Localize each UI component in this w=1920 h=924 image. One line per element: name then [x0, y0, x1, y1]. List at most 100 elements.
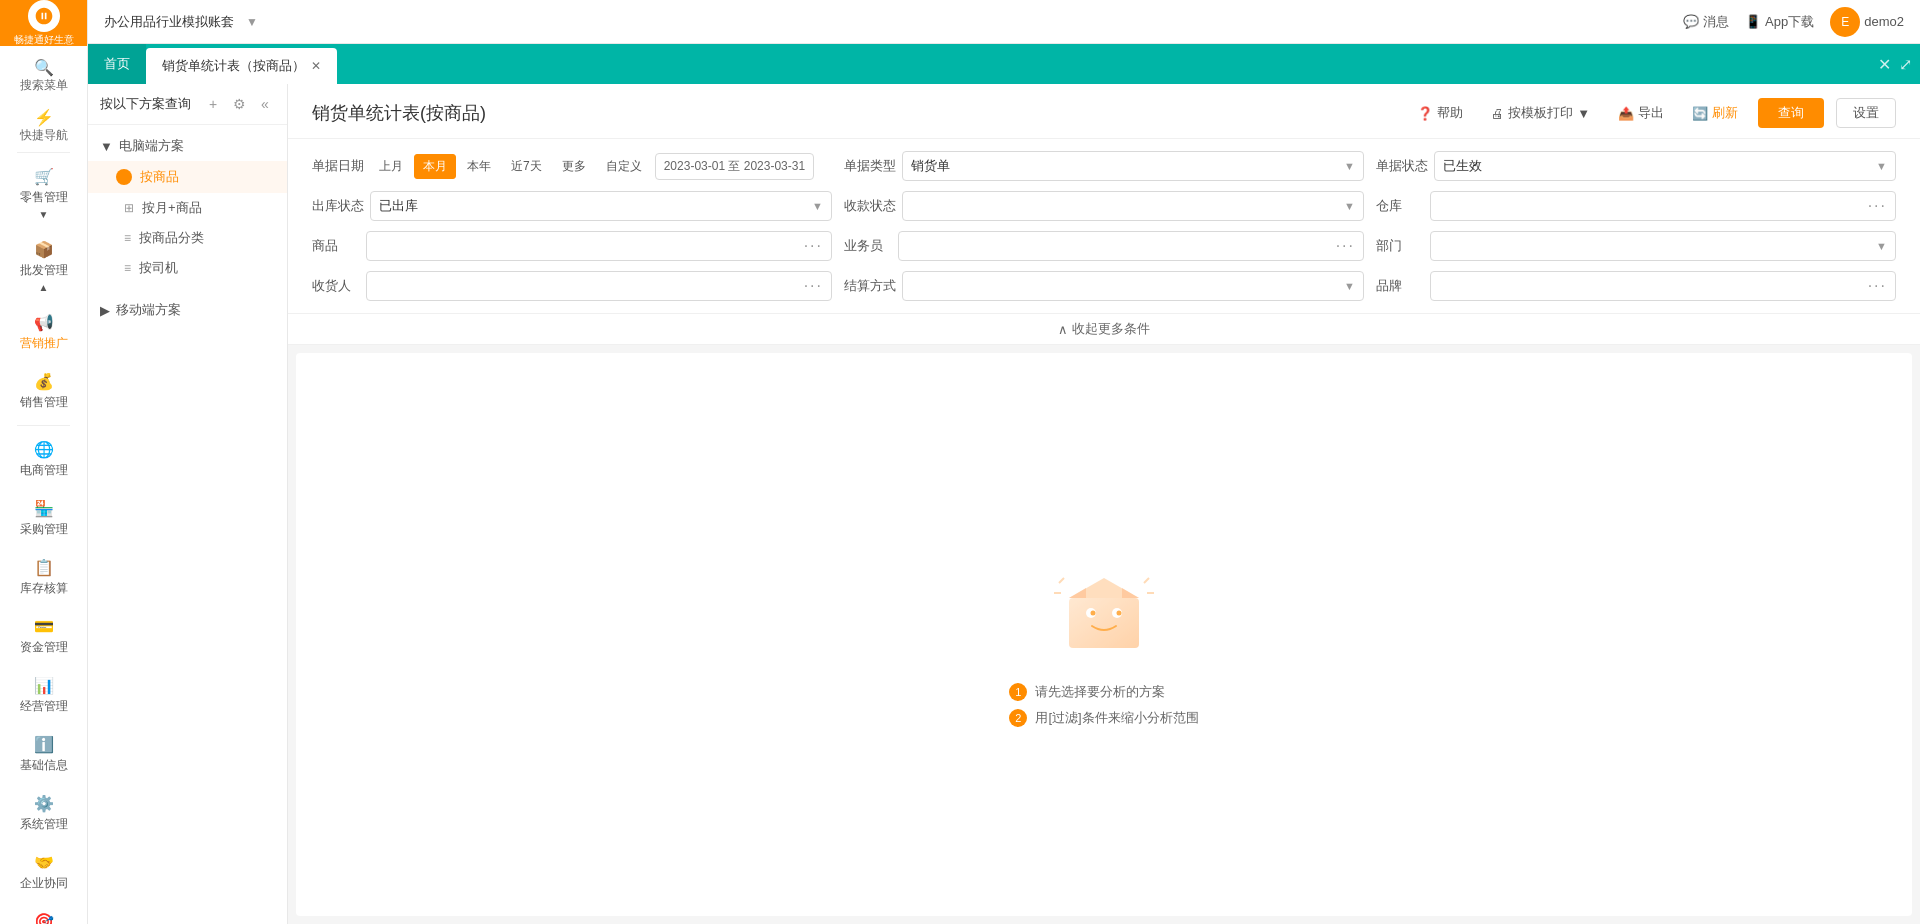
enterprise-icon: 🤝	[34, 853, 54, 872]
tab-home[interactable]: 首页	[88, 44, 146, 84]
date-tab-thisyear[interactable]: 本年	[458, 154, 500, 179]
export-btn[interactable]: 📤 导出	[1610, 100, 1672, 126]
collapse-bar[interactable]: ∧ 收起更多条件	[288, 314, 1920, 345]
sidebar-item-newbie[interactable]: 🎯 新手引导	[0, 902, 87, 924]
tip-num-1: 1	[1009, 683, 1027, 701]
sidebar-item-inventory[interactable]: 📋 库存核算	[0, 548, 87, 607]
scheme-item-by-month-product[interactable]: ⊞ 按月+商品	[88, 193, 287, 223]
basic-label: 基础信息	[20, 757, 68, 774]
print-dropdown-icon: ▼	[1577, 106, 1590, 121]
sub-icon-cashier: ≡	[124, 261, 131, 275]
sidebar-item-marketing[interactable]: 📢 营销推广	[0, 303, 87, 362]
operations-icon: 📊	[34, 676, 54, 695]
expand-icon[interactable]: ⤢	[1899, 55, 1912, 74]
sidebar-item-ecommerce[interactable]: 🌐 电商管理	[0, 430, 87, 489]
group-pc-label: 电脑端方案	[119, 137, 184, 155]
sidebar-item-operations[interactable]: 📊 经营管理	[0, 666, 87, 725]
product-label: 商品	[312, 237, 360, 255]
left-panel: 按以下方案查询 + ⚙ « ▼ 电脑端方案 按商品 ⊞ 按月+商品	[88, 84, 288, 924]
collapse-panel-btn[interactable]: «	[255, 94, 275, 114]
minimize-icon[interactable]: ✕	[1878, 55, 1891, 74]
brand-control[interactable]: ···	[1430, 271, 1896, 301]
refresh-btn[interactable]: 🔄 刷新	[1684, 100, 1746, 126]
recipient-control[interactable]: ···	[366, 271, 832, 301]
topbar-right: 💬 消息 📱 App下载 E demo2	[1683, 7, 1904, 37]
warehouse-control[interactable]: ···	[1430, 191, 1896, 221]
doc-type-control[interactable]: 销货单 ▼	[902, 151, 1364, 181]
tab-report[interactable]: 销货单统计表（按商品） ✕	[146, 48, 337, 84]
search-menu[interactable]: 🔍 搜索菜单	[0, 46, 87, 102]
app-logo[interactable]: 畅捷通好生意	[0, 0, 88, 46]
date-tab-more[interactable]: 更多	[553, 154, 595, 179]
date-range[interactable]: 2023-03-01 至 2023-03-31	[655, 153, 814, 180]
date-tab-lastmonth[interactable]: 上月	[370, 154, 412, 179]
settings-scheme-btn[interactable]: ⚙	[229, 94, 249, 114]
date-tab-thismonth[interactable]: 本月	[414, 154, 456, 179]
doc-status-control[interactable]: 已生效 ▼	[1434, 151, 1896, 181]
sidebar-item-system[interactable]: ⚙️ 系统管理	[0, 784, 87, 843]
filter-date: 单据日期 上月 本月 本年 近7天 更多 自定义 2023-03-01 至 20…	[312, 153, 832, 180]
export-icon: 📤	[1618, 106, 1634, 121]
wholesale-icon: 📦	[34, 240, 54, 259]
sales-icon: 💰	[34, 372, 54, 391]
sidebar-item-wholesale[interactable]: 📦 批发管理 ▲	[0, 230, 87, 303]
sidebar-item-purchase[interactable]: 🏪 采购管理	[0, 489, 87, 548]
svg-point-6	[1091, 610, 1096, 615]
add-scheme-btn[interactable]: +	[203, 94, 223, 114]
date-tabs: 上月 本月 本年 近7天 更多 自定义	[370, 154, 651, 179]
payment-label: 收款状态	[844, 197, 896, 215]
warehouse-dots: ···	[1868, 197, 1887, 215]
user-menu[interactable]: E demo2	[1830, 7, 1904, 37]
query-btn[interactable]: 查询	[1758, 98, 1824, 128]
payment-control[interactable]: ▼	[902, 191, 1364, 221]
salesperson-control[interactable]: ···	[898, 231, 1364, 261]
svg-rect-0	[1069, 598, 1139, 648]
svg-point-7	[1117, 610, 1122, 615]
collapse-label: 收起更多条件	[1072, 320, 1150, 338]
industry-dropdown[interactable]: ▼	[246, 15, 258, 29]
scheme-group-pc-header[interactable]: ▼ 电脑端方案	[88, 131, 287, 161]
out-status-arrow: ▼	[812, 200, 823, 212]
help-btn[interactable]: ❓ 帮助	[1409, 100, 1471, 126]
app-name: 畅捷通好生意	[14, 34, 74, 46]
logo-icon	[28, 0, 60, 32]
scheme-group-mobile-header[interactable]: ▶ 移动端方案	[88, 295, 287, 325]
sub-icon-grid: ⊞	[124, 201, 134, 215]
page-title-bar: 销货单统计表(按商品) ❓ 帮助 🖨 按模板打印 ▼ 📤 导出	[288, 84, 1920, 139]
empty-area: 1 请先选择要分析的方案 2 用[过滤]条件来缩小分析范围	[296, 353, 1912, 916]
download-icon: 📱	[1745, 14, 1761, 29]
sidebar-item-finance[interactable]: 💳 资金管理	[0, 607, 87, 666]
basic-icon: ℹ️	[34, 735, 54, 754]
print-btn[interactable]: 🖨 按模板打印 ▼	[1483, 100, 1598, 126]
inventory-label: 库存核算	[20, 580, 68, 597]
date-tab-7days[interactable]: 近7天	[502, 154, 551, 179]
product-dots: ···	[804, 237, 823, 255]
quick-nav[interactable]: ⚡ 快捷导航	[0, 102, 87, 148]
out-status-control[interactable]: 已出库 ▼	[370, 191, 832, 221]
salesperson-label: 业务员	[844, 237, 892, 255]
sidebar-item-basic[interactable]: ℹ️ 基础信息	[0, 725, 87, 784]
marketing-icon: 📢	[34, 313, 54, 332]
setting-btn[interactable]: 设置	[1836, 98, 1896, 128]
app-download-btn[interactable]: 📱 App下载	[1745, 13, 1814, 31]
scheme-item-by-category[interactable]: ≡ 按商品分类	[88, 223, 287, 253]
sidebar-item-enterprise[interactable]: 🤝 企业协同	[0, 843, 87, 902]
sidebar-item-sales[interactable]: 💰 销售管理	[0, 362, 87, 421]
department-control[interactable]: ▼	[1430, 231, 1896, 261]
scheme-item-by-cashier[interactable]: ≡ 按司机	[88, 253, 287, 283]
svg-line-10	[1144, 578, 1149, 583]
topbar: 办公用品行业模拟账套 ▼ 💬 消息 📱 App下载 E demo2	[88, 0, 1920, 44]
filter-department: 部门 ▼	[1376, 231, 1896, 261]
salesperson-dots: ···	[1336, 237, 1355, 255]
settlement-control[interactable]: ▼	[902, 271, 1364, 301]
close-tab-icon[interactable]: ✕	[311, 59, 321, 73]
sidebar-item-retail[interactable]: 🛒 零售管理 ▼	[0, 157, 87, 230]
date-tab-custom[interactable]: 自定义	[597, 154, 651, 179]
brand-dots: ···	[1868, 277, 1887, 295]
scheme-item-by-product[interactable]: 按商品	[88, 161, 287, 193]
message-btn[interactable]: 💬 消息	[1683, 13, 1729, 31]
product-control[interactable]: ···	[366, 231, 832, 261]
help-icon: ❓	[1417, 106, 1433, 121]
wholesale-label: 批发管理	[20, 262, 68, 279]
doc-status-arrow: ▼	[1876, 160, 1887, 172]
